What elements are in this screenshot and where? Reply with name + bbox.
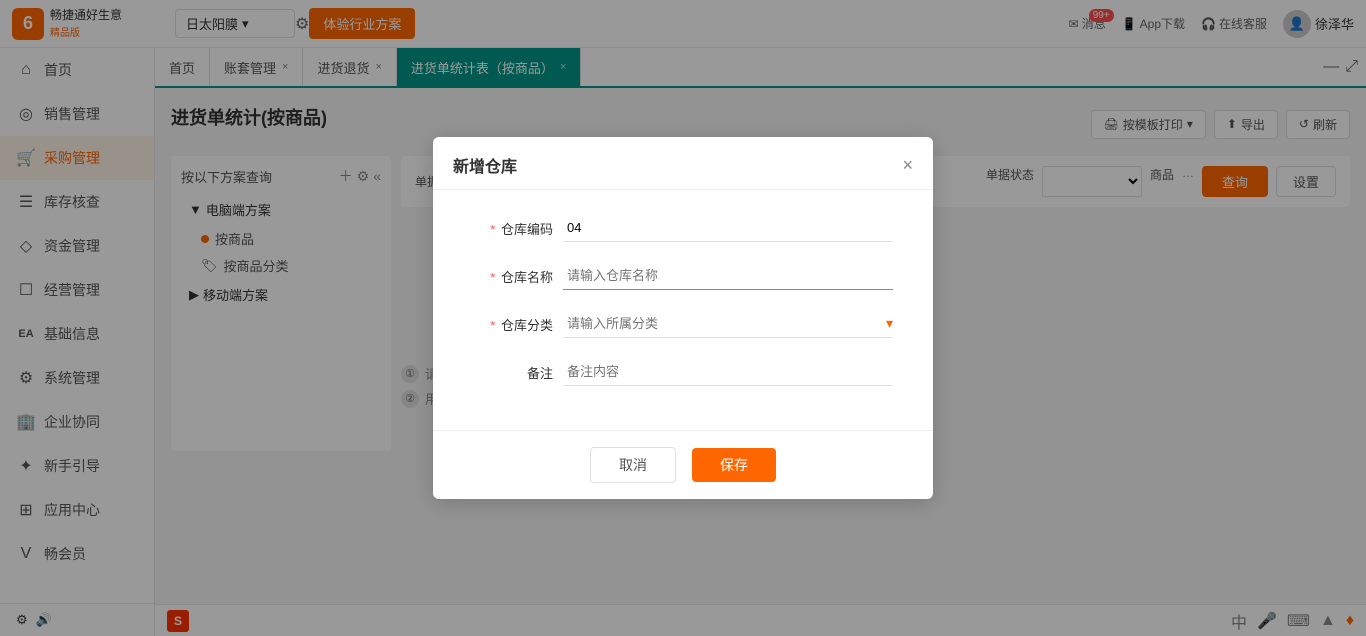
category-select-wrap: ▾ [563, 310, 893, 338]
code-label: * 仓库编码 [473, 219, 553, 238]
new-warehouse-dialog: 新增仓库 × * 仓库编码 * 仓库名称 [433, 137, 933, 499]
form-row-note: 备注 [473, 358, 893, 386]
required-star-code: * [490, 222, 495, 237]
dialog-close-button[interactable]: × [902, 155, 913, 176]
code-input[interactable] [563, 214, 893, 242]
category-input[interactable] [563, 310, 886, 337]
dialog-header: 新增仓库 × [433, 137, 933, 190]
note-label: 备注 [473, 363, 553, 382]
dialog-overlay: 新增仓库 × * 仓库编码 * 仓库名称 [0, 0, 1366, 636]
dialog-title: 新增仓库 [453, 153, 517, 177]
required-star-category: * [490, 318, 495, 333]
dialog-footer: 取消 保存 [433, 430, 933, 499]
note-input[interactable] [563, 358, 893, 386]
form-row-code: * 仓库编码 [473, 214, 893, 242]
form-row-name: * 仓库名称 [473, 262, 893, 290]
cancel-button[interactable]: 取消 [590, 447, 676, 483]
dialog-body: * 仓库编码 * 仓库名称 * 仓库分类 [433, 190, 933, 430]
name-input[interactable] [563, 262, 893, 290]
category-label: * 仓库分类 [473, 315, 553, 334]
save-button[interactable]: 保存 [692, 448, 776, 482]
required-star-name: * [490, 270, 495, 285]
name-label: * 仓库名称 [473, 267, 553, 286]
form-row-category: * 仓库分类 ▾ [473, 310, 893, 338]
category-dropdown-arrow-icon[interactable]: ▾ [886, 315, 893, 332]
